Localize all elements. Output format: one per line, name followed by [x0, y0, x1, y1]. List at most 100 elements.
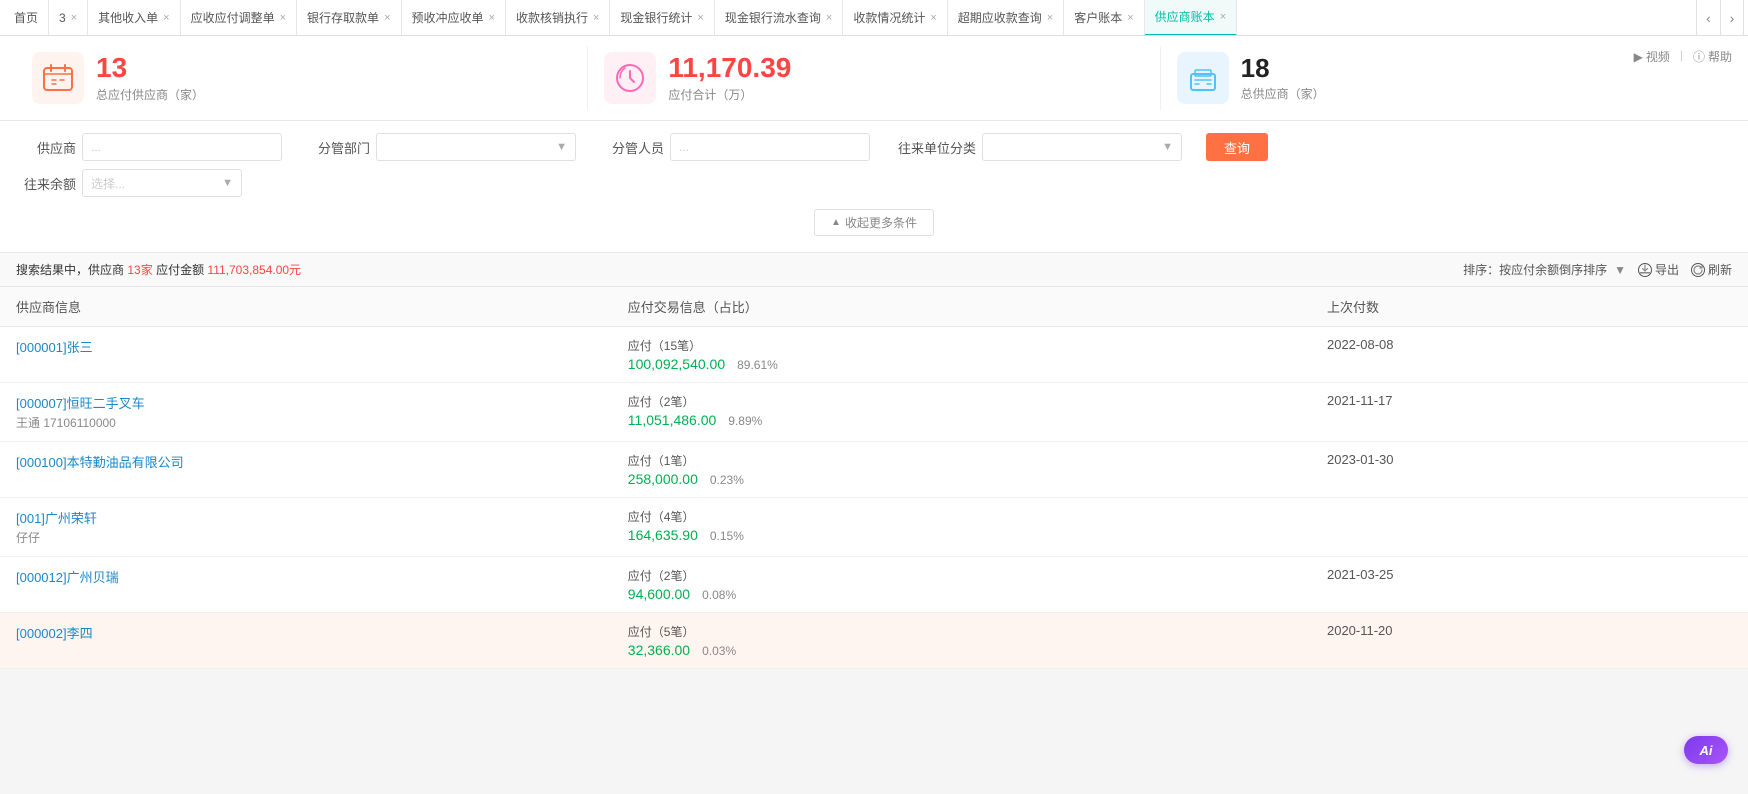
nav-prev-arrow[interactable]: ‹ — [1696, 0, 1720, 36]
tx-cell-row-000007: 应付（2笔） 11,051,486.00 9.89% — [612, 383, 1311, 442]
nav-tab-overdue-ar[interactable]: 超期应收款查询× — [948, 0, 1064, 36]
stat-number-stat-payable-suppliers: 13 — [96, 53, 204, 84]
tab-close-icon[interactable]: × — [826, 12, 832, 24]
tab-close-icon[interactable]: × — [384, 12, 390, 24]
category-chevron-icon: ▼ — [1162, 141, 1173, 153]
export-button[interactable]: 导出 — [1638, 261, 1679, 278]
nav-tab-bank-deposit[interactable]: 银行存取款单× — [297, 0, 401, 36]
last-pay-cell-row-000012: 2021-03-25 — [1311, 557, 1748, 613]
supplier-link-row-000100[interactable]: [000100]本特勤油品有限公司 — [16, 455, 184, 470]
col-header-supplier: 供应商信息 — [0, 287, 612, 327]
category-filter-group: 往来单位分类 ▼ — [898, 133, 1182, 161]
ai-button-label: Ai — [1700, 743, 1713, 758]
nav-tab-ar-ap-adjust[interactable]: 应收应付调整单× — [181, 0, 297, 36]
tx-cell-row-000002: 应付（5笔）32,366.000.03% — [612, 613, 1311, 669]
nav-tab-other-income[interactable]: 其他收入单× — [88, 0, 180, 36]
supplier-link-row-000001[interactable]: [000001]张三 — [16, 340, 93, 355]
refresh-button[interactable]: 刷新 — [1691, 261, 1732, 278]
collapse-label: 收起更多条件 — [845, 214, 917, 231]
last-pay-cell-row-000007: 2021-11-17 — [1311, 383, 1748, 442]
tab-close-icon[interactable]: × — [489, 12, 495, 24]
tab-close-icon[interactable]: × — [1047, 12, 1053, 24]
tx-label-row-000012: 应付（2笔） — [628, 567, 1295, 584]
supplier-label: 供应商 — [16, 138, 76, 157]
supplier-link-row-000007[interactable]: [000007]恒旺二手叉车 — [16, 396, 145, 411]
table-row: [000002]李四应付（5笔）32,366.000.03%2020-11-20 — [0, 613, 1748, 669]
filter-area: 供应商 ... 分管部门 ▼ 分管人员 ... 往来单位分类 ▼ — [0, 121, 1748, 253]
stat-item-stat-payable-amount: 11,170.39应付合计（万） — [588, 46, 1160, 110]
tx-label-row-000007: 应付（2笔） — [628, 393, 1295, 410]
tx-amount-row-000007: 11,051,486.00 — [628, 412, 717, 428]
supplier-sub-row-000007: 王通 17106110000 — [16, 414, 596, 431]
video-link[interactable]: ▶视频 — [1634, 48, 1670, 65]
last-pay-cell-row-001 — [1311, 498, 1748, 557]
supplier-cell-row-000007: [000007]恒旺二手叉车王通 17106110000 — [0, 383, 612, 442]
help-link[interactable]: ⓘ帮助 — [1693, 48, 1732, 65]
supplier-link-row-000002[interactable]: [000002]李四 — [16, 626, 93, 641]
nav-tab-tab3[interactable]: 3× — [49, 0, 88, 36]
refresh-icon — [1691, 263, 1705, 277]
nav-tab-prepay-ar[interactable]: 预收冲应收单× — [402, 0, 506, 36]
supplier-link-row-001[interactable]: [001]广州荣轩 — [16, 511, 97, 526]
tx-amount-row-000012: 94,600.00 — [628, 586, 690, 602]
tx-cell-row-000100: 应付（1笔）258,000.000.23% — [612, 442, 1311, 498]
tab-close-icon[interactable]: × — [930, 12, 936, 24]
results-bar: 搜索结果中，供应商 13家 应付金额 111,703,854.00元 排序：按应… — [0, 253, 1748, 287]
nav-tab-cash-bank-stat[interactable]: 现金银行统计× — [610, 0, 714, 36]
supplier-filter-group: 供应商 ... — [16, 133, 282, 161]
tx-pct-row-001: 0.15% — [710, 529, 744, 543]
table-row: [000012]广州贝瑞应付（2笔）94,600.000.08%2021-03-… — [0, 557, 1748, 613]
tab-close-icon[interactable]: × — [1220, 11, 1226, 23]
stat-label-stat-payable-suppliers: 总应付供应商（家） — [96, 86, 204, 103]
supplier-cell-row-001: [001]广州荣轩仔仔 — [0, 498, 612, 557]
collapse-button[interactable]: ▲ 收起更多条件 — [814, 209, 934, 236]
tx-label-row-000002: 应付（5笔） — [628, 623, 1295, 640]
stat-label-stat-total-suppliers: 总供应商（家） — [1241, 85, 1325, 102]
ai-button[interactable]: Ai — [1684, 736, 1728, 764]
nav-next-arrow[interactable]: › — [1720, 0, 1744, 36]
stat-icon-stat-payable-suppliers — [32, 52, 84, 104]
tab-close-icon[interactable]: × — [697, 12, 703, 24]
nav-tab-home[interactable]: 首页 — [4, 0, 49, 36]
balance-filter-group: 往来余额 选择... ▼ — [16, 169, 242, 197]
stat-item-stat-payable-suppliers: 13 总应付供应商（家） — [16, 46, 588, 110]
tab-close-icon[interactable]: × — [280, 12, 286, 24]
nav-tab-cash-bank-flow[interactable]: 现金银行流水查询× — [715, 0, 843, 36]
tx-cell-row-000001: 应付（15笔）100,092,540.0089.61% — [612, 327, 1311, 383]
dept-select[interactable]: ▼ — [376, 133, 576, 161]
nav-tab-supplier-ledger[interactable]: 供应商账本× — [1145, 0, 1237, 36]
tx-cell-row-001: 应付（4笔） 164,635.90 0.15% — [612, 498, 1311, 557]
tab-close-icon[interactable]: × — [71, 12, 77, 24]
filter-row-1: 供应商 ... 分管部门 ▼ 分管人员 ... 往来单位分类 ▼ — [16, 133, 1732, 161]
category-select[interactable]: ▼ — [982, 133, 1182, 161]
stat-number-stat-payable-amount: 11,170.39 — [668, 53, 791, 84]
results-info: 搜索结果中，供应商 13家 应付金额 111,703,854.00元 — [16, 261, 301, 278]
last-pay-cell-row-000100: 2023-01-30 — [1311, 442, 1748, 498]
supplier-input[interactable]: ... — [82, 133, 282, 161]
tx-label-row-000001: 应付（15笔） — [628, 337, 1295, 354]
nav-tab-customer-ledger[interactable]: 客户账本× — [1064, 0, 1144, 36]
tab-close-icon[interactable]: × — [163, 12, 169, 24]
tx-amount-row-000002: 32,366.00 — [628, 642, 690, 658]
tx-amount-row-001: 164,635.90 — [628, 527, 698, 543]
person-input[interactable]: ... — [670, 133, 870, 161]
supplier-link-row-000012[interactable]: [000012]广州贝瑞 — [16, 570, 119, 585]
supplier-cell-row-000012: [000012]广州贝瑞 — [0, 557, 612, 613]
nav-tab-payment-verify[interactable]: 收款核销执行× — [506, 0, 610, 36]
balance-select[interactable]: 选择... ▼ — [82, 169, 242, 197]
results-actions: 排序：按应付余额倒序排序 ▼ 导出 刷新 — [1463, 261, 1732, 278]
tx-label-row-001: 应付（4笔） — [628, 508, 1295, 525]
tx-pct-row-000100: 0.23% — [710, 473, 744, 487]
tab-close-icon[interactable]: × — [593, 12, 599, 24]
tab-close-icon[interactable]: × — [1127, 12, 1133, 24]
nav-tab-collection-stat[interactable]: 收款情况统计× — [843, 0, 947, 36]
supplier-sub-row-001: 仔仔 — [16, 529, 596, 546]
tx-pct-row-000007: 9.89% — [728, 414, 762, 428]
sort-label: 排序：按应付余额倒序排序 — [1463, 261, 1607, 278]
collapse-up-icon: ▲ — [831, 217, 841, 228]
query-button[interactable]: 查询 — [1206, 133, 1268, 161]
tx-amount-row-000001: 100,092,540.00 — [628, 356, 725, 372]
sort-selector[interactable]: 排序：按应付余额倒序排序 ▼ — [1463, 261, 1626, 278]
last-pay-cell-row-000002: 2020-11-20 — [1311, 613, 1748, 669]
stat-icon-stat-payable-amount — [604, 52, 656, 104]
